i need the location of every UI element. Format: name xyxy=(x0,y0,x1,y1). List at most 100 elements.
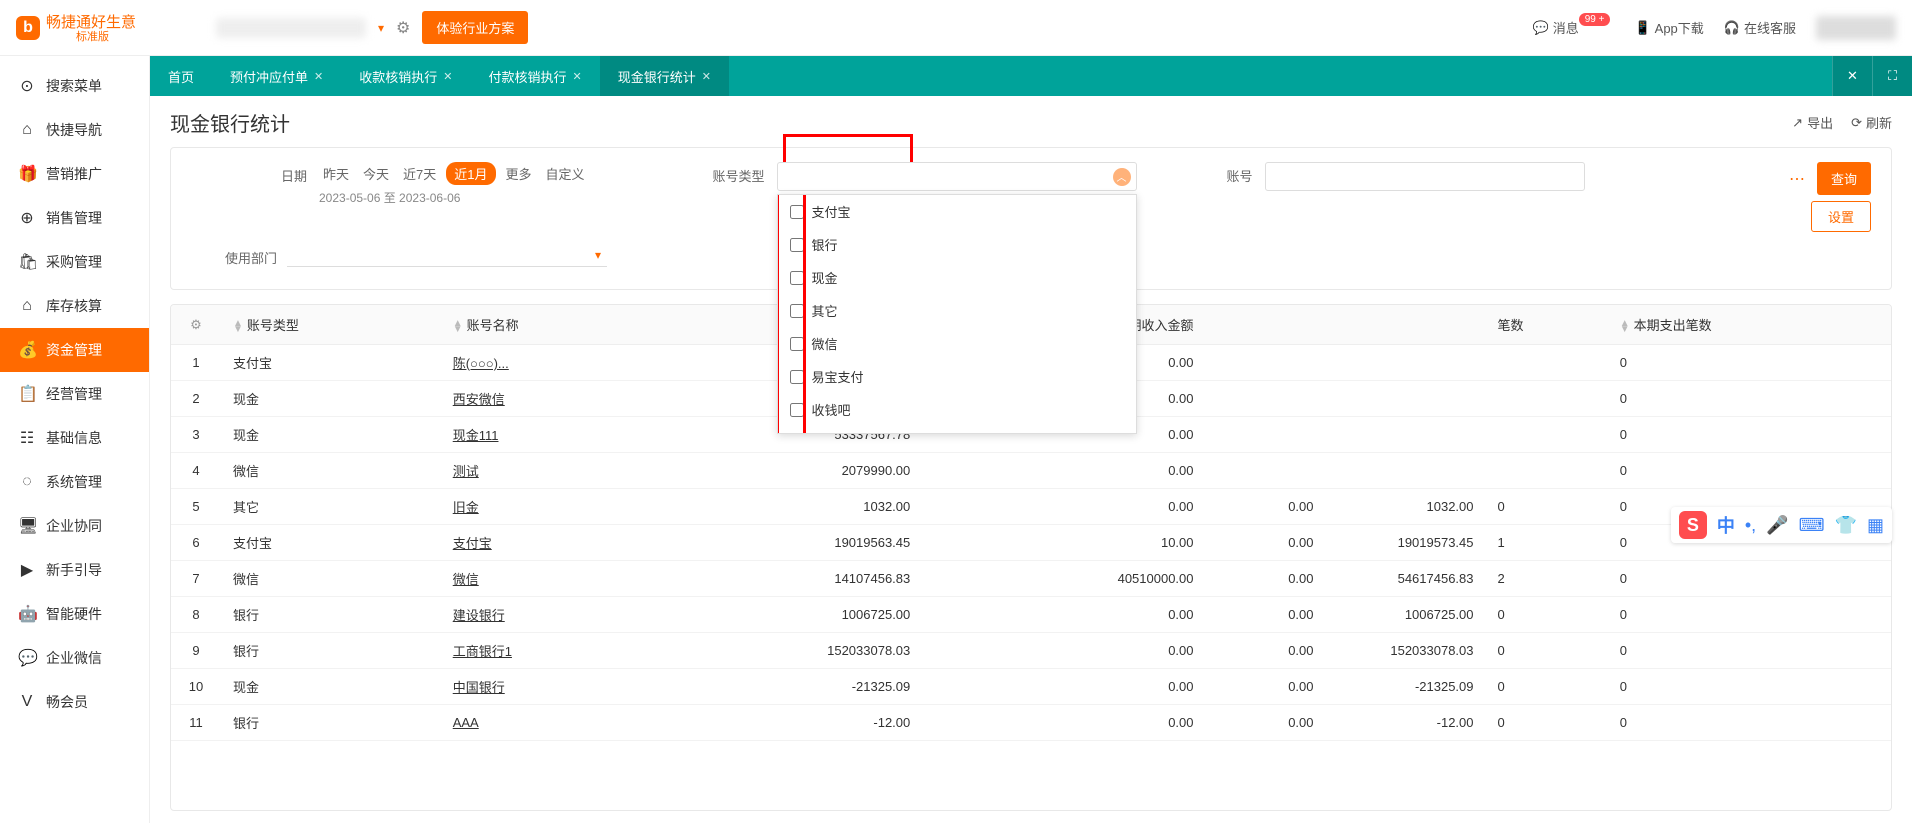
search-button[interactable]: 查询 xyxy=(1817,162,1871,195)
col-account-name[interactable]: ▲▼账号名称 xyxy=(441,305,661,345)
account-name-link[interactable]: 陈(○○○)... xyxy=(453,356,509,371)
online-service-link[interactable]: 🎧 在线客服 xyxy=(1724,18,1796,37)
sidebar-item-1[interactable]: ⌂快捷导航 xyxy=(0,108,149,152)
date-chip-4[interactable]: 更多 xyxy=(502,162,536,185)
org-selector[interactable]: ▾ ⚙ 体验行业方案 xyxy=(216,11,528,44)
dropdown-item-1[interactable]: 银行 xyxy=(778,228,1136,261)
sidebar-item-12[interactable]: 🤖智能硬件 xyxy=(0,592,149,636)
date-chip-2[interactable]: 近7天 xyxy=(399,162,440,185)
account-name-link[interactable]: AAA xyxy=(453,715,479,730)
settings-button[interactable]: 设置 xyxy=(1811,201,1871,232)
tab-0[interactable]: 首页 xyxy=(150,56,212,96)
tab-close-all-button[interactable]: ✕ xyxy=(1832,56,1872,96)
account-name-link[interactable]: 西安微信 xyxy=(453,392,505,407)
dropdown-item-5[interactable]: 易宝支付 xyxy=(778,360,1136,393)
account-name-link[interactable]: 工商银行1 xyxy=(453,644,512,659)
messages-link[interactable]: 💬 消息 99 + xyxy=(1533,18,1615,37)
ime-punct-icon[interactable]: •, xyxy=(1745,515,1756,536)
account-name-link[interactable]: 测试 xyxy=(453,464,479,479)
sidebar-item-6[interactable]: 💰资金管理 xyxy=(0,328,149,372)
sogou-logo-icon[interactable]: S xyxy=(1679,511,1707,539)
cell-account-name: 支付宝 xyxy=(441,525,661,561)
sidebar-item-0[interactable]: ⊙搜索菜单 xyxy=(0,64,149,108)
dropdown-item-3[interactable]: 其它 xyxy=(778,294,1136,327)
sidebar-item-7[interactable]: 📋经营管理 xyxy=(0,372,149,416)
date-chip-1[interactable]: 今天 xyxy=(359,162,393,185)
date-chip-0[interactable]: 昨天 xyxy=(319,162,353,185)
more-filters-button[interactable]: ⋯ xyxy=(1789,169,1807,189)
sidebar-item-10[interactable]: 🖥企业协同 xyxy=(0,504,149,548)
account-input[interactable] xyxy=(1265,162,1585,191)
tab-4[interactable]: 现金银行统计✕ xyxy=(600,56,729,96)
cell-out-count: 0 xyxy=(1608,705,1891,741)
ime-mic-icon[interactable]: 🎤 xyxy=(1766,515,1788,536)
date-range: 2023-05-06 至 2023-06-06 xyxy=(319,189,589,206)
cell-count xyxy=(1486,417,1608,453)
cell-count: 0 xyxy=(1486,597,1608,633)
table-config-header[interactable]: ⚙ xyxy=(171,305,221,345)
tab-2[interactable]: 收款核销执行✕ xyxy=(341,56,470,96)
collapse-toggle-icon[interactable]: ︿ xyxy=(1113,168,1131,186)
dropdown-checkbox[interactable] xyxy=(790,271,804,285)
sidebar-item-5[interactable]: ⌂库存核算 xyxy=(0,284,149,328)
dropdown-checkbox[interactable] xyxy=(790,337,804,351)
cell-hidden-1: 0.00 xyxy=(1206,669,1326,705)
sidebar-item-3[interactable]: ⊕销售管理 xyxy=(0,196,149,240)
ime-keyboard-icon[interactable]: ⌨ xyxy=(1799,515,1825,536)
refresh-button[interactable]: ⟳ 刷新 xyxy=(1851,113,1892,132)
gear-icon[interactable]: ⚙ xyxy=(396,18,410,38)
dropdown-checkbox[interactable] xyxy=(790,403,804,417)
dropdown-item-4[interactable]: 微信 xyxy=(778,327,1136,360)
headset-icon: 🎧 xyxy=(1724,20,1740,36)
account-name-link[interactable]: 现金111 xyxy=(453,428,499,443)
sidebar-item-4[interactable]: 🛍采购管理 xyxy=(0,240,149,284)
dropdown-checkbox[interactable] xyxy=(790,238,804,252)
sidebar-icon: ☷ xyxy=(18,428,36,448)
account-name-link[interactable]: 建设银行 xyxy=(453,608,505,623)
dropdown-checkbox[interactable] xyxy=(790,370,804,384)
app-download-link[interactable]: 📱 App下载 xyxy=(1634,18,1703,37)
tab-3[interactable]: 付款核销执行✕ xyxy=(470,56,599,96)
ime-toolbox-icon[interactable]: ▦ xyxy=(1867,515,1884,536)
close-icon[interactable]: ✕ xyxy=(314,70,323,83)
col-hidden-2 xyxy=(1326,305,1486,345)
dept-label: 使用部门 xyxy=(221,244,277,267)
dropdown-item-6[interactable]: 收钱吧 xyxy=(778,393,1136,426)
close-icon[interactable]: ✕ xyxy=(573,70,582,83)
user-avatar-blurred[interactable] xyxy=(1816,16,1896,40)
sidebar-item-13[interactable]: 💬企业微信 xyxy=(0,636,149,680)
dropdown-item-0[interactable]: 支付宝 xyxy=(778,195,1136,228)
tab-1[interactable]: 预付冲应付单✕ xyxy=(212,56,341,96)
experience-button[interactable]: 体验行业方案 xyxy=(422,11,528,44)
dropdown-item-2[interactable]: 现金 xyxy=(778,261,1136,294)
account-name-link[interactable]: 微信 xyxy=(453,572,479,587)
table-row: 6支付宝支付宝19019563.4510.000.0019019573.4510 xyxy=(171,525,1891,561)
ime-lang-label[interactable]: 中 xyxy=(1717,512,1735,538)
page-title: 现金银行统计 xyxy=(170,108,290,137)
tab-fullscreen-button[interactable]: ⛶ xyxy=(1872,56,1912,96)
dropdown-checkbox[interactable] xyxy=(790,205,804,219)
close-icon[interactable]: ✕ xyxy=(702,70,711,83)
dropdown-item-7[interactable]: 长沙银行 xyxy=(778,426,1136,434)
date-chip-5[interactable]: 自定义 xyxy=(542,162,589,185)
table-row: 4微信测试2079990.000.000 xyxy=(171,453,1891,489)
sidebar-item-14[interactable]: V畅会员 xyxy=(0,680,149,724)
date-chip-3[interactable]: 近1月 xyxy=(446,162,495,185)
sidebar-icon: 🖥 xyxy=(18,516,36,536)
dept-select[interactable]: ▾ xyxy=(287,244,607,267)
dropdown-checkbox[interactable] xyxy=(790,304,804,318)
sidebar-item-2[interactable]: 🎁营销推广 xyxy=(0,152,149,196)
sidebar-item-9[interactable]: ◌系统管理 xyxy=(0,460,149,504)
ime-skin-icon[interactable]: 👕 xyxy=(1835,515,1857,536)
account-type-input[interactable] xyxy=(777,162,1137,191)
col-count[interactable]: 笔数 xyxy=(1486,305,1608,345)
col-account-type[interactable]: ▲▼账号类型 xyxy=(221,305,441,345)
sidebar-item-11[interactable]: ▶新手引导 xyxy=(0,548,149,592)
sidebar-item-8[interactable]: ☷基础信息 xyxy=(0,416,149,460)
account-name-link[interactable]: 旧金 xyxy=(453,500,479,515)
export-button[interactable]: ↗ 导出 xyxy=(1792,113,1833,132)
col-out-count[interactable]: ▲▼本期支出笔数 xyxy=(1608,305,1891,345)
account-name-link[interactable]: 中国银行 xyxy=(453,680,505,695)
close-icon[interactable]: ✕ xyxy=(443,70,452,83)
account-name-link[interactable]: 支付宝 xyxy=(453,536,492,551)
